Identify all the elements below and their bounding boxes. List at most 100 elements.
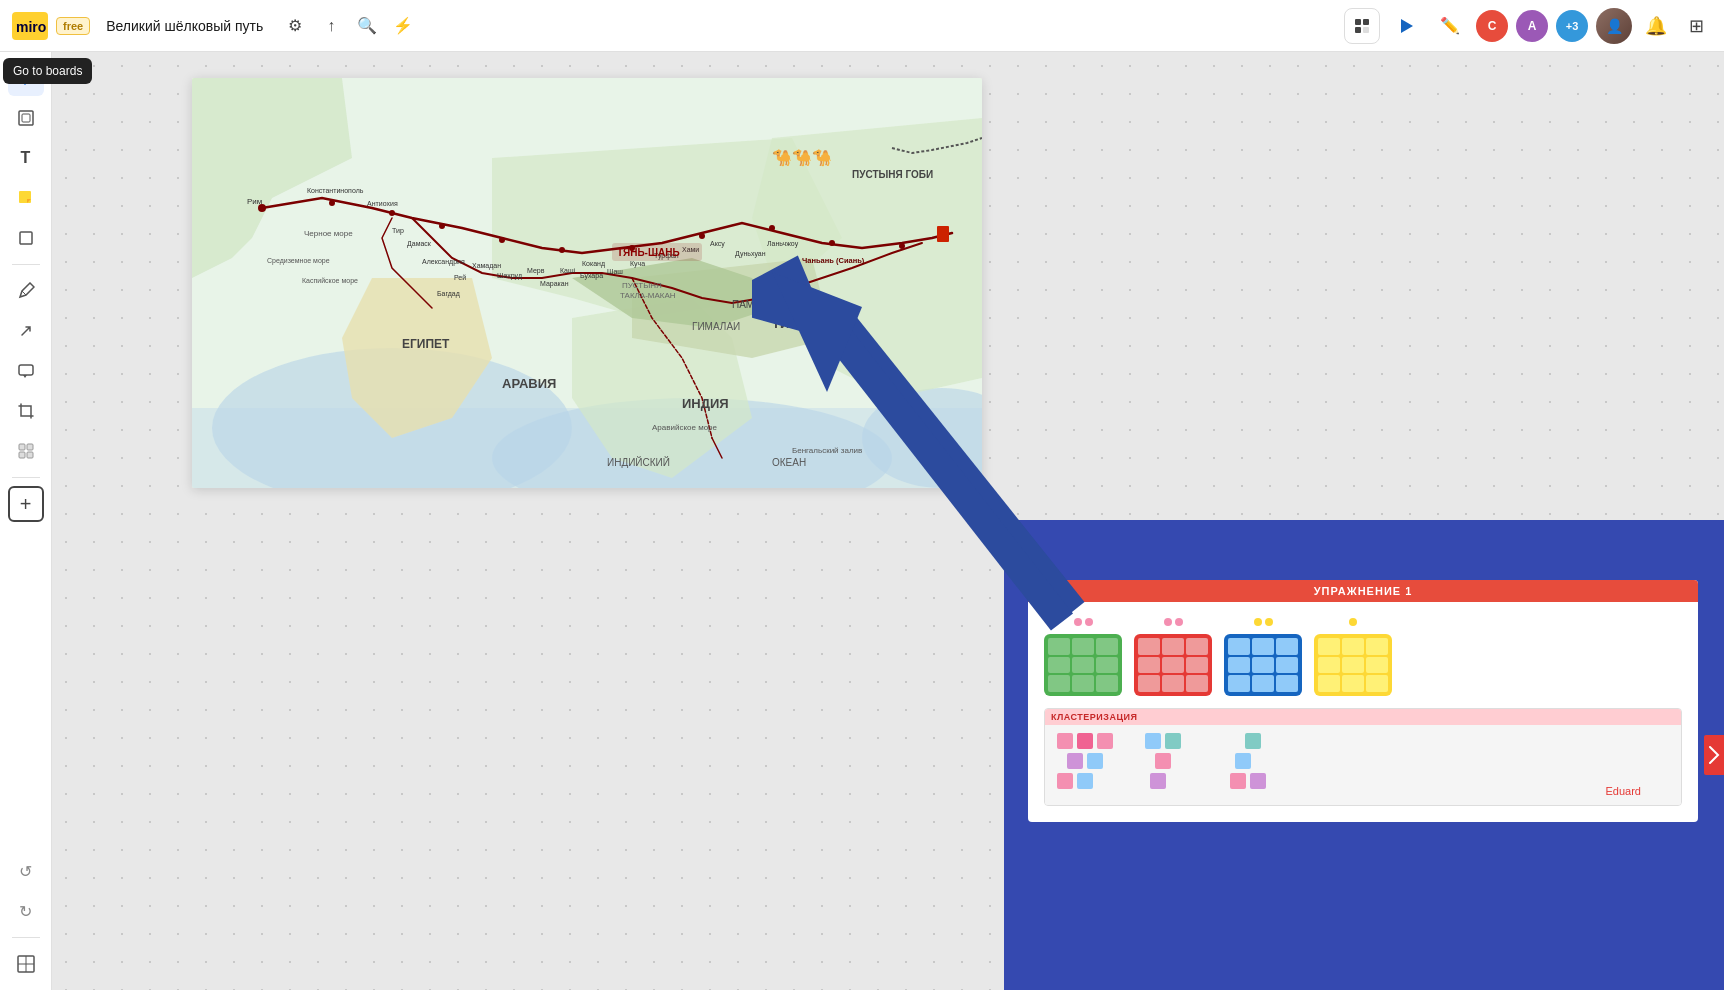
redo-button[interactable]: ↻ — [8, 893, 44, 929]
svg-text:Черное море: Черное море — [304, 229, 353, 238]
svg-point-33 — [829, 240, 835, 246]
green-card-group — [1044, 618, 1122, 696]
svg-text:ГИМАЛАИ: ГИМАЛАИ — [692, 321, 740, 332]
svg-text:Мерв: Мерв — [527, 267, 545, 275]
svg-rect-9 — [19, 191, 31, 203]
red-card-group — [1134, 618, 1212, 696]
avatar-main[interactable]: 👤 — [1596, 8, 1632, 44]
svg-text:Ланьчжоу: Ланьчжоу — [767, 240, 799, 248]
red-card — [1134, 634, 1212, 696]
svg-text:miro: miro — [16, 19, 46, 35]
blue-card-group — [1224, 618, 1302, 696]
collaborate-button[interactable]: ✏️ — [1432, 8, 1468, 44]
svg-point-26 — [389, 210, 395, 216]
svg-point-29 — [559, 247, 565, 253]
blue-card — [1224, 634, 1302, 696]
grid-button[interactable] — [8, 946, 44, 982]
yellow-dots — [1349, 618, 1357, 626]
svg-rect-4 — [1355, 27, 1361, 33]
connector-tool[interactable] — [8, 313, 44, 349]
text-tool[interactable]: T — [8, 140, 44, 176]
board-title[interactable]: Великий шёлковый путь — [106, 18, 263, 34]
svg-rect-5 — [1363, 27, 1369, 33]
svg-text:ЕГИПЕТ: ЕГИПЕТ — [402, 337, 450, 351]
yellow-card — [1314, 634, 1392, 696]
free-badge: free — [56, 17, 90, 35]
blue-dots — [1254, 618, 1273, 626]
svg-text:Хамадан: Хамадан — [472, 262, 501, 270]
settings-button[interactable]: ⚙ — [279, 10, 311, 42]
frames-tool[interactable] — [8, 100, 44, 136]
svg-rect-13 — [27, 444, 33, 450]
svg-text:Антиохия: Антиохия — [367, 200, 398, 207]
svg-text:ПУСТЫНЯ ГОБИ: ПУСТЫНЯ ГОБИ — [852, 169, 933, 180]
shape-tool[interactable] — [8, 220, 44, 256]
map-container: Рим Константинополь Антиохия Тир Дамаск … — [192, 78, 982, 488]
yellow-card-group — [1314, 618, 1392, 696]
exercise-panel: УПРАЖНЕНИЕ 1 — [1028, 580, 1698, 822]
green-dots — [1074, 618, 1093, 626]
undo-button[interactable]: ↺ — [8, 853, 44, 889]
svg-text:Средиземное море: Средиземное море — [267, 257, 330, 265]
svg-text:🐪🐪🐪: 🐪🐪🐪 — [772, 148, 832, 167]
divider-1 — [12, 264, 40, 265]
svg-text:Маракан: Маракан — [540, 280, 569, 288]
svg-text:ПАМИР: ПАМИР — [732, 299, 768, 310]
svg-text:Рим: Рим — [247, 197, 262, 206]
svg-point-34 — [899, 243, 905, 249]
search-button[interactable]: 🔍 — [351, 10, 383, 42]
svg-text:ТАКЛА-МАКАН: ТАКЛА-МАКАН — [620, 291, 676, 300]
avatar-c[interactable]: C — [1476, 10, 1508, 42]
canvas[interactable]: Рим Константинополь Антиохия Тир Дамаск … — [52, 52, 1724, 990]
integrations-button[interactable]: ⚡ — [387, 10, 419, 42]
template-tool[interactable] — [8, 433, 44, 469]
present-button[interactable] — [1388, 8, 1424, 44]
select-tool[interactable] — [8, 60, 44, 96]
svg-rect-3 — [1363, 19, 1369, 25]
share-button[interactable]: ↑ — [315, 10, 347, 42]
dot-b1 — [1254, 618, 1262, 626]
header-right: ✏️ C A +3 👤 🔔 ⊞ — [1344, 8, 1712, 44]
svg-text:Кашi: Кашi — [560, 267, 576, 274]
svg-point-32 — [769, 225, 775, 231]
dot-y1 — [1349, 618, 1357, 626]
crop-tool[interactable] — [8, 393, 44, 429]
svg-point-25 — [329, 200, 335, 206]
svg-rect-14 — [19, 452, 25, 458]
dot-b2 — [1265, 618, 1273, 626]
left-sidebar: T + ↺ ↻ — [0, 52, 52, 990]
logo: miro — [12, 12, 48, 40]
user-cursor-label: Eduard — [1606, 785, 1641, 797]
notifications-button[interactable]: 🔔 — [1640, 10, 1672, 42]
sticky-note-tool[interactable] — [8, 180, 44, 216]
miro-logo-icon: miro — [12, 12, 48, 40]
red-dots — [1164, 618, 1183, 626]
dot-r1 — [1164, 618, 1172, 626]
avatar-a[interactable]: A — [1516, 10, 1548, 42]
svg-marker-6 — [1401, 19, 1413, 33]
svg-text:ИНДИЯ: ИНДИЯ — [682, 396, 729, 411]
svg-text:Куча: Куча — [630, 260, 645, 268]
svg-rect-7 — [19, 111, 33, 125]
svg-rect-12 — [19, 444, 25, 450]
svg-text:Аравийское море: Аравийское море — [652, 423, 718, 432]
pen-tool[interactable] — [8, 273, 44, 309]
svg-text:ПУСТЫНЯ: ПУСТЫНЯ — [622, 281, 662, 290]
clustering-panel: КЛАСТЕРИЗАЦИЯ — [1044, 708, 1682, 806]
svg-text:Константинополь: Константинополь — [307, 187, 364, 194]
svg-rect-2 — [1355, 19, 1361, 25]
dot-1 — [1074, 618, 1082, 626]
svg-point-28 — [499, 237, 505, 243]
comment-tool[interactable] — [8, 353, 44, 389]
apps-button[interactable]: ⊞ — [1680, 10, 1712, 42]
avatar-count[interactable]: +3 — [1556, 10, 1588, 42]
add-button[interactable]: + — [8, 486, 44, 522]
svg-rect-10 — [20, 232, 32, 244]
svg-text:Александрия: Александрия — [422, 258, 465, 266]
svg-text:Рей: Рей — [454, 274, 466, 281]
header-tools: ⚙ ↑ 🔍 ⚡ — [279, 10, 419, 42]
right-arrow-tab[interactable] — [1704, 735, 1724, 775]
svg-text:Багдад: Багдад — [437, 290, 460, 298]
exercise-header: УПРАЖНЕНИЕ 1 — [1028, 580, 1698, 602]
frames-toggle-button[interactable] — [1344, 8, 1380, 44]
